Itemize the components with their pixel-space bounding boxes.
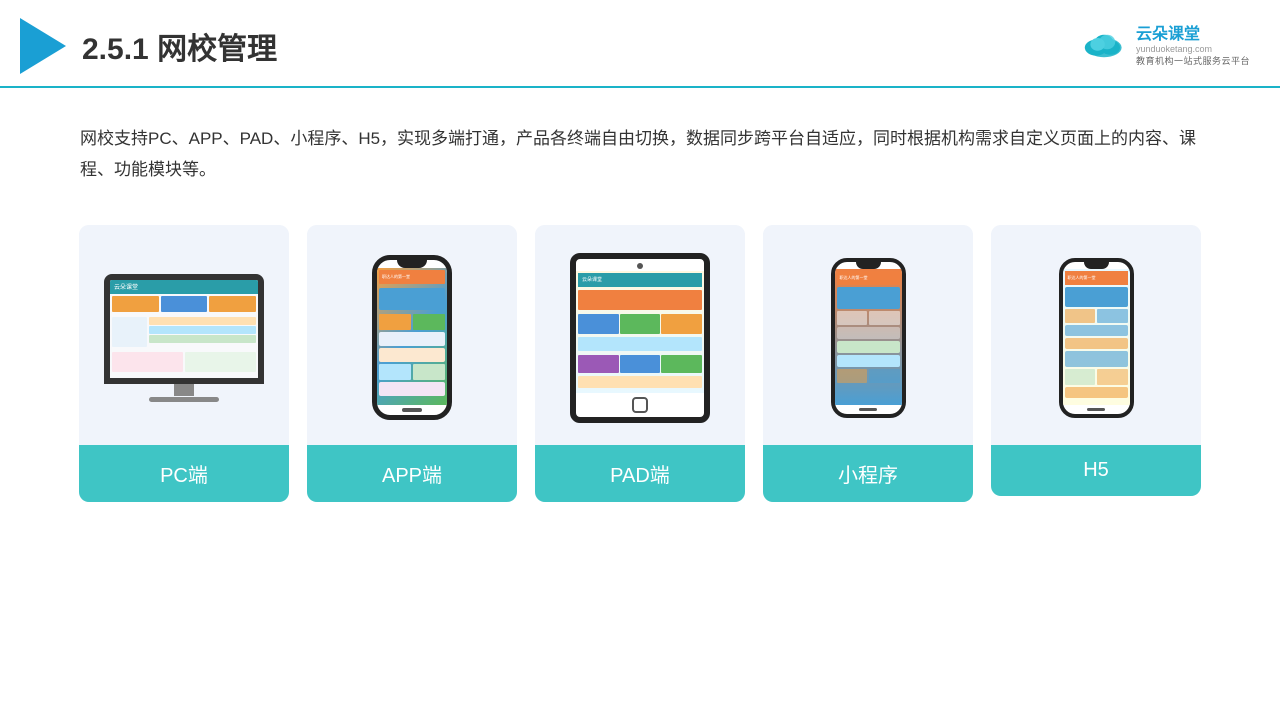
logo-tagline: 教育机构一站式服务云平台: [1136, 54, 1250, 67]
play-icon: [20, 18, 66, 74]
miniapp-device-mock: 职达人的第一堂: [831, 258, 906, 418]
cloud-icon: [1080, 30, 1128, 62]
pc-label: PC端: [79, 445, 289, 502]
page-title: 2.5.1 网校管理: [82, 24, 277, 68]
header: 2.5.1 网校管理 云朵课堂 yunduoketang.com 教育机构一站式…: [0, 0, 1280, 88]
logo-area: 云朵课堂 yunduoketang.com 教育机构一站式服务云平台: [1080, 25, 1250, 67]
header-left: 2.5.1 网校管理: [20, 18, 277, 74]
logo-text: 云朵课堂 yunduoketang.com 教育机构一站式服务云平台: [1136, 25, 1250, 67]
pc-monitor: 云朵课堂: [104, 274, 264, 384]
pad-device-mock: 云朵课堂: [570, 253, 710, 423]
miniapp-image-area: 职达人的第一堂: [763, 225, 973, 445]
app-label: APP端: [307, 445, 517, 502]
title-text: 网校管理: [157, 33, 277, 66]
logo-url: yunduoketang.com: [1136, 44, 1212, 54]
description-text: 网校支持PC、APP、PAD、小程序、H5，实现多端打通，产品各终端自由切换，数…: [0, 88, 1280, 205]
pad-label: PAD端: [535, 445, 745, 502]
h5-image-area: 职达人的第一堂: [991, 225, 1201, 445]
miniapp-label: 小程序: [763, 445, 973, 502]
cards-container: 云朵课堂: [0, 205, 1280, 532]
logo-name: 云朵课堂: [1136, 25, 1200, 44]
card-app: 职达人的第一堂 APP端: [307, 225, 517, 502]
h5-device-mock: 职达人的第一堂: [1059, 258, 1134, 418]
h5-label: H5: [991, 445, 1201, 496]
card-miniapp: 职达人的第一堂 小程序: [763, 225, 973, 502]
app-device-mock: 职达人的第一堂: [372, 255, 452, 420]
app-image-area: 职达人的第一堂: [307, 225, 517, 445]
pad-image-area: 云朵课堂: [535, 225, 745, 445]
desc-content: 网校支持PC、APP、PAD、小程序、H5，实现多端打通，产品各终端自由切换，数…: [80, 124, 1200, 185]
pc-device-mock: 云朵课堂: [99, 274, 269, 402]
card-pc: 云朵课堂: [79, 225, 289, 502]
title-number: 2.5.1: [82, 33, 149, 66]
card-pad: 云朵课堂 PAD端: [535, 225, 745, 502]
pc-image-area: 云朵课堂: [79, 225, 289, 445]
card-h5: 职达人的第一堂: [991, 225, 1201, 496]
